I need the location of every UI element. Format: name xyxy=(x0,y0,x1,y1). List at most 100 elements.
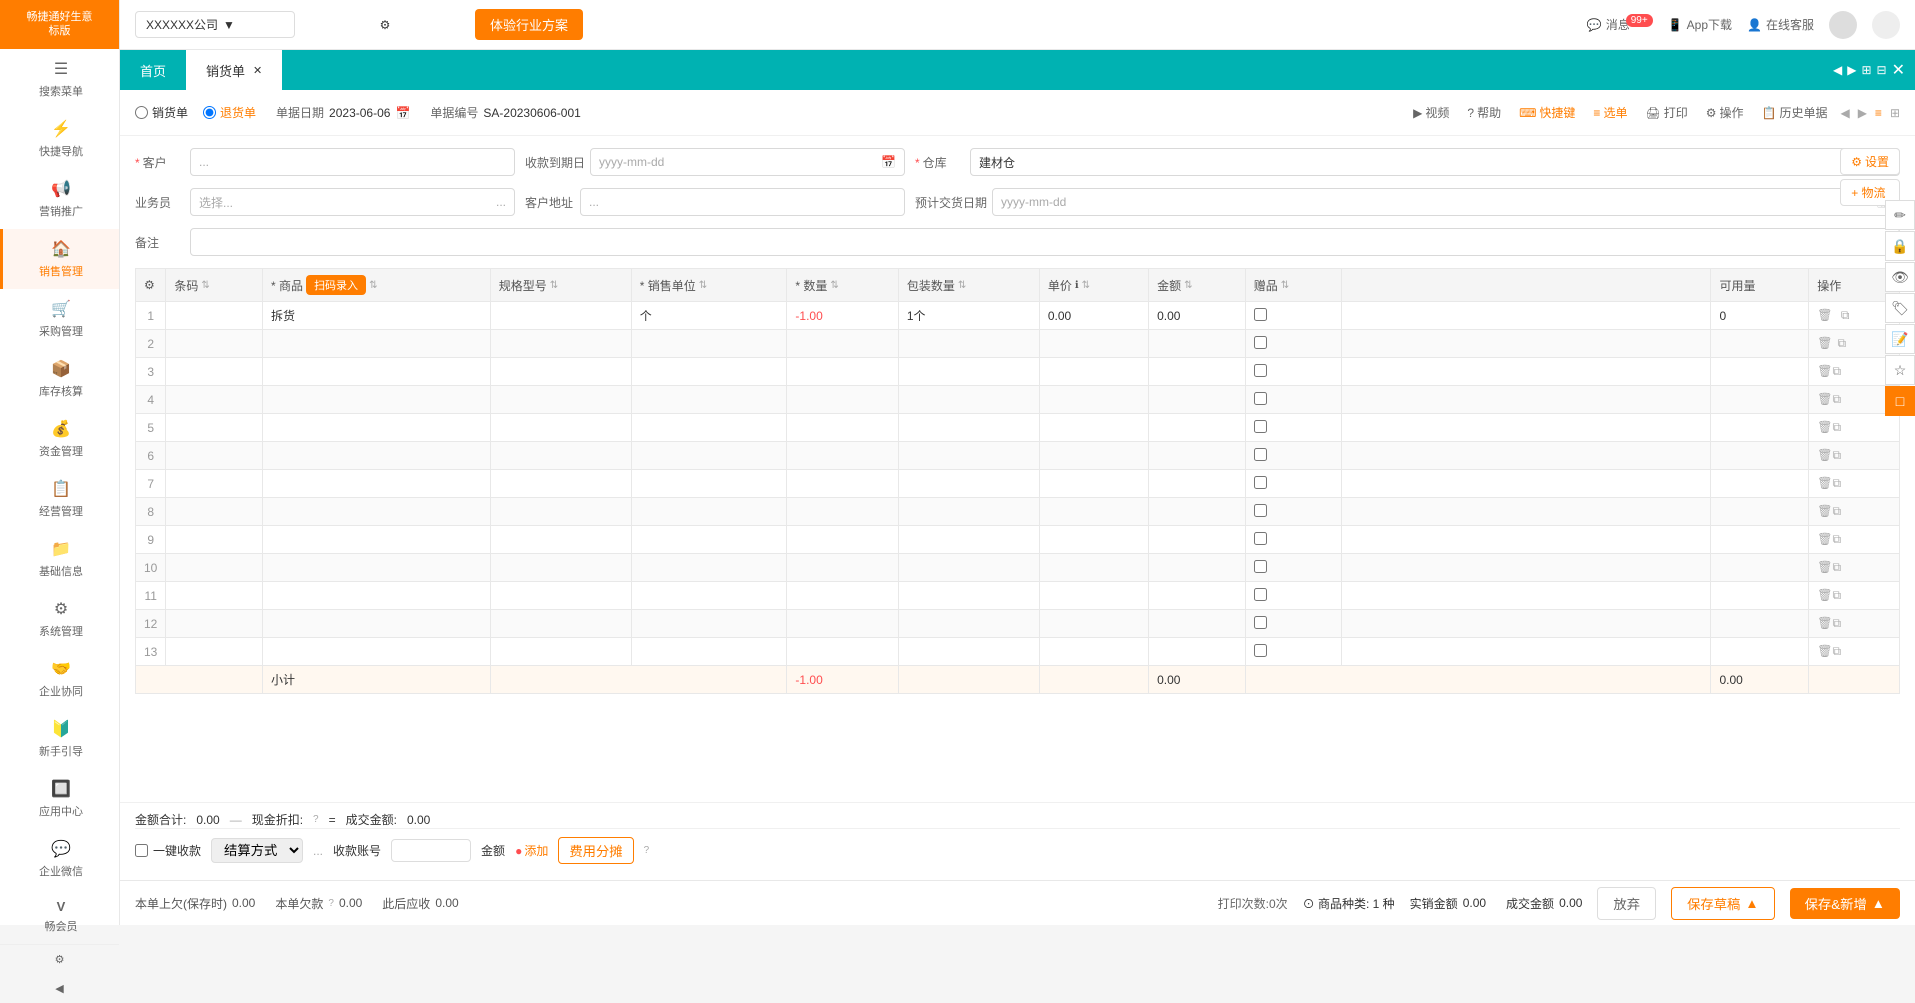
discount-info-icon[interactable]: ? xyxy=(313,814,319,825)
sidebar-item-wechat[interactable]: 💬 企业微信 xyxy=(0,829,119,889)
tab-home[interactable]: 首页 xyxy=(120,50,186,90)
delete-icon[interactable]: 🗑 xyxy=(1817,616,1832,630)
expense-help-icon[interactable]: ? xyxy=(644,845,650,856)
customer-input[interactable]: ... xyxy=(190,148,515,176)
history-prev-icon[interactable]: ◀ xyxy=(1840,106,1849,120)
delete-icon[interactable]: 🗑 xyxy=(1817,420,1832,434)
product-cell[interactable]: 拆货 xyxy=(263,302,491,330)
print-btn[interactable]: 🖨 打印 xyxy=(1640,102,1692,123)
operate-btn[interactable]: ⚙ 操作 xyxy=(1701,102,1749,123)
sidebar-item-finance[interactable]: 💰 资金管理 xyxy=(0,409,119,469)
delete-icon[interactable]: 🗑 xyxy=(1817,448,1832,462)
copy-icon[interactable]: ⧉ xyxy=(1832,392,1841,406)
note-cell[interactable] xyxy=(1342,302,1711,330)
copy-icon[interactable]: ⧉ xyxy=(1841,308,1850,322)
sidebar-item-enterprise[interactable]: 🤝 企业协同 xyxy=(0,649,119,709)
add-button[interactable]: ● 添加 xyxy=(515,842,548,859)
sidebar-collapse[interactable]: ◀ xyxy=(0,974,119,1003)
sidebar-item-member[interactable]: V 畅会员 xyxy=(0,889,119,944)
copy-icon[interactable]: ⧉ xyxy=(1832,560,1841,574)
sidebar-item-inventory[interactable]: 📦 库存核算 xyxy=(0,349,119,409)
delivery-date-input[interactable]: yyyy-mm-dd 📅 xyxy=(992,188,1900,216)
customer-addr-input[interactable]: ... xyxy=(580,188,905,216)
tab-prev-icon[interactable]: ◀ xyxy=(1833,63,1842,77)
amount-cell[interactable]: 0.00 xyxy=(1149,302,1246,330)
unit-price-cell[interactable]: 0.00 xyxy=(1039,302,1148,330)
header-gear[interactable]: ⚙ xyxy=(305,14,465,36)
rt-shield-btn[interactable]: 🔒 xyxy=(1885,231,1915,261)
delete-icon[interactable]: 🗑 xyxy=(1817,336,1832,350)
avatar[interactable] xyxy=(1829,11,1857,39)
rt-orange-btn[interactable]: □ xyxy=(1885,386,1915,416)
delete-icon[interactable]: 🗑 xyxy=(1817,560,1832,574)
app-download-button[interactable]: 📱 App下载 xyxy=(1668,16,1732,33)
delete-icon[interactable]: 🗑 xyxy=(1817,504,1832,518)
sidebar-item-marketing[interactable]: 📢 营销推广 xyxy=(0,169,119,229)
account-input[interactable] xyxy=(391,839,471,862)
one-click-checkbox[interactable]: 一键收款 xyxy=(135,842,201,859)
select-order-btn[interactable]: ≡ 选单 xyxy=(1588,102,1632,123)
payment-calendar-icon[interactable]: 📅 xyxy=(881,155,896,169)
delete-icon[interactable]: 🗑 xyxy=(1817,392,1832,406)
gift-cell[interactable] xyxy=(1245,302,1342,330)
sidebar-settings[interactable]: ⚙ xyxy=(0,945,119,974)
warehouse-input[interactable]: 建材仓 ... xyxy=(970,148,1900,176)
shortcut-btn[interactable]: ⌨ 快捷键 xyxy=(1514,102,1580,123)
qty-cell[interactable]: -1.00 xyxy=(787,302,898,330)
save-new-button[interactable]: 保存&新增 ▲ xyxy=(1790,888,1900,919)
expense-button[interactable]: 费用分摊 xyxy=(558,837,633,864)
sidebar-item-apps[interactable]: 🔲 应用中心 xyxy=(0,769,119,829)
rt-eye-btn[interactable]: 👁 xyxy=(1885,262,1915,292)
online-service-button[interactable]: 👤 在线客服 xyxy=(1747,16,1814,33)
copy-icon[interactable]: ⧉ xyxy=(1832,420,1841,434)
view-mode-1-icon[interactable]: ≡ xyxy=(1875,106,1882,120)
sidebar-item-sales[interactable]: 🏠 销售管理 xyxy=(0,229,119,289)
save-draft-button[interactable]: 保存草稿 ▲ xyxy=(1671,887,1775,920)
payment-due-input[interactable]: yyyy-mm-dd 📅 xyxy=(590,148,905,176)
view-mode-2-icon[interactable]: ⊞ xyxy=(1890,106,1900,120)
sidebar-item-basic[interactable]: 📁 基础信息 xyxy=(0,529,119,589)
history-next-icon[interactable]: ▶ xyxy=(1858,106,1867,120)
copy-icon[interactable]: ⧉ xyxy=(1832,616,1841,630)
spec-cell[interactable] xyxy=(490,302,631,330)
sidebar-item-system[interactable]: ⚙ 系统管理 xyxy=(0,589,119,649)
sidebar-item-beginner[interactable]: 🔰 新手引导 xyxy=(0,709,119,769)
history-btn[interactable]: 📋 历史单据 xyxy=(1756,102,1832,123)
sidebar-item-quick-nav[interactable]: ⚡ 快捷导航 xyxy=(0,109,119,169)
message-button[interactable]: 💬 消息 99+ xyxy=(1587,16,1653,33)
tab-window-close-icon[interactable]: ✕ xyxy=(1892,60,1905,80)
pkg-qty-cell[interactable]: 1个 xyxy=(898,302,1039,330)
tab-next-icon[interactable]: ▶ xyxy=(1847,63,1856,77)
rt-note-btn[interactable]: 📝 xyxy=(1885,324,1915,354)
copy-icon[interactable]: ⧉ xyxy=(1832,532,1841,546)
copy-icon[interactable]: ⧉ xyxy=(1832,448,1841,462)
video-btn[interactable]: ▶ 视频 xyxy=(1408,102,1454,123)
delete-icon[interactable]: 🗑 xyxy=(1817,308,1832,322)
tab-grid-icon[interactable]: ⊞ xyxy=(1861,63,1871,77)
calc-method-select[interactable]: 结算方式 xyxy=(211,838,303,863)
company-selector[interactable]: XXXXXX公司 ▼ xyxy=(135,11,295,38)
delete-icon[interactable]: 🗑 xyxy=(1817,644,1832,658)
barcode-cell[interactable] xyxy=(166,302,263,330)
rt-edit-btn[interactable]: ✏ xyxy=(1885,200,1915,230)
trial-button[interactable]: 体验行业方案 xyxy=(475,9,583,40)
copy-icon[interactable]: ⧉ xyxy=(1832,504,1841,518)
th-config[interactable]: ⚙ xyxy=(136,269,166,302)
delete-icon[interactable]: 🗑 xyxy=(1817,364,1832,378)
settings-button[interactable]: ⚙ 设置 xyxy=(1840,148,1900,175)
owe-info-icon[interactable]: ? xyxy=(328,898,334,909)
help-btn[interactable]: ? 帮助 xyxy=(1462,102,1506,123)
delete-icon[interactable]: 🗑 xyxy=(1817,532,1832,546)
scan-button[interactable]: 扫码录入 xyxy=(306,275,366,295)
sales-radio[interactable]: 销货单 xyxy=(135,104,188,121)
rt-tag-btn[interactable]: 🏷 xyxy=(1885,293,1915,323)
return-radio[interactable]: 退货单 xyxy=(203,104,256,121)
unit-cell[interactable]: 个 xyxy=(631,302,787,330)
delete-icon[interactable]: 🗑 xyxy=(1817,476,1832,490)
calendar-icon[interactable]: 📅 xyxy=(395,106,410,120)
salesperson-input[interactable]: 选择... ... xyxy=(190,188,515,216)
tab-list-icon[interactable]: ⊟ xyxy=(1877,63,1887,77)
copy-icon[interactable]: ⧉ xyxy=(1832,588,1841,602)
rt-star-btn[interactable]: ☆ xyxy=(1885,355,1915,385)
tab-close-icon[interactable]: ✕ xyxy=(253,64,262,77)
